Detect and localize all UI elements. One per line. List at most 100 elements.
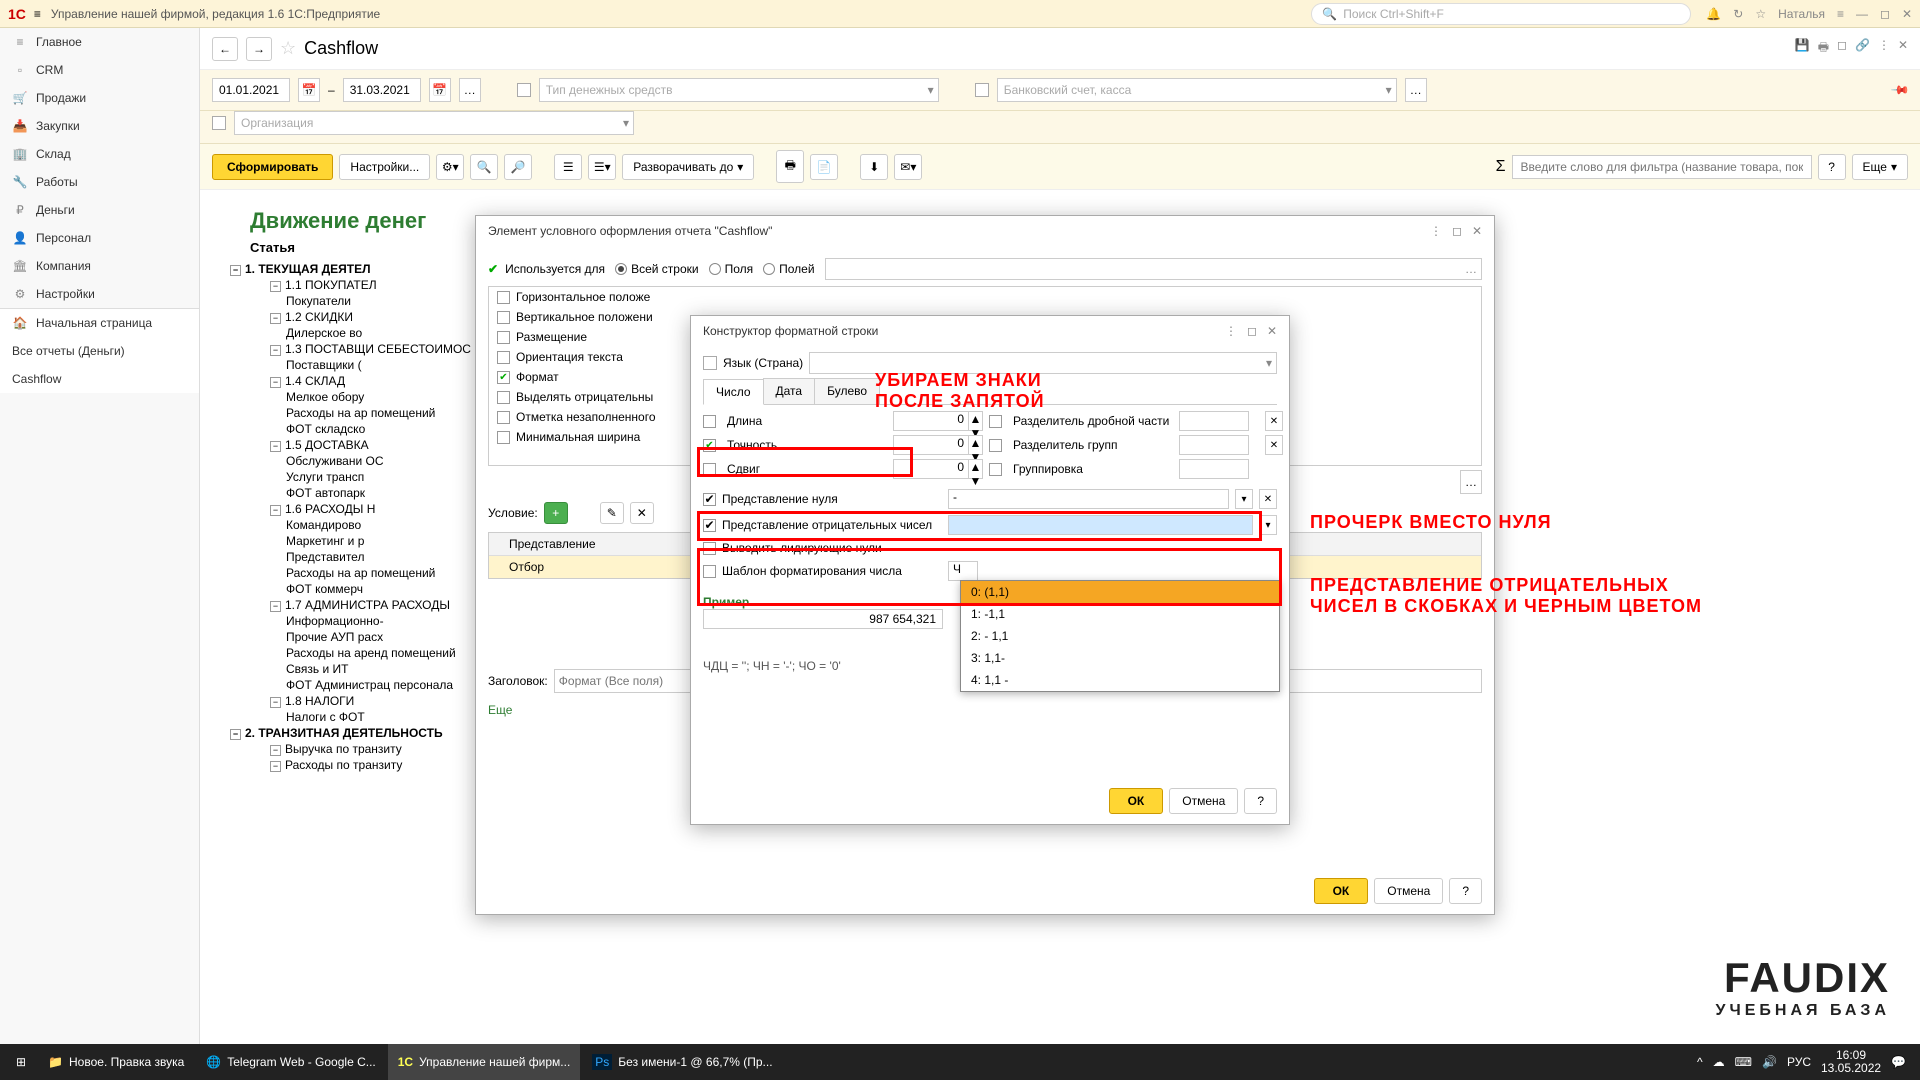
modal-maximize-icon[interactable]: ◻ — [1452, 224, 1462, 238]
preview-button[interactable]: 📄 — [810, 154, 838, 180]
close-tab-icon[interactable]: ✕ — [1898, 38, 1908, 59]
sidebar-sub-home[interactable]: 🏠Начальная страница — [0, 309, 199, 337]
tray-clock[interactable]: 16:09 13.05.2022 — [1821, 1049, 1881, 1075]
sidebar-item-sales[interactable]: 🛒Продажи — [0, 84, 199, 112]
sidebar-item-personnel[interactable]: 👤Персонал — [0, 224, 199, 252]
close-icon[interactable]: ✕ — [1902, 7, 1912, 21]
neg-repr-dd[interactable]: ▾ — [1259, 515, 1277, 535]
taskbar-item[interactable]: PsБез имени-1 @ 66,7% (Пр... — [582, 1044, 782, 1080]
frac-sep-check[interactable] — [989, 415, 1002, 428]
bank-more-button[interactable]: … — [1405, 78, 1427, 102]
tray-keyboard-icon[interactable]: ⌨ — [1735, 1055, 1752, 1069]
modal-menu-icon[interactable]: ⋮ — [1225, 324, 1237, 338]
sidebar-sub-reports[interactable]: Все отчеты (Деньги) — [0, 337, 199, 365]
sidebar-item-purchase[interactable]: 📥Закупки — [0, 112, 199, 140]
grouping-input[interactable] — [1179, 459, 1249, 479]
tab-number[interactable]: Число — [703, 379, 764, 405]
edit-condition-button[interactable]: ✎ — [600, 502, 624, 524]
group-sep-clear[interactable]: ✕ — [1265, 435, 1283, 455]
sidebar-item-crm[interactable]: ▫CRM — [0, 56, 199, 84]
template-check[interactable] — [703, 565, 716, 578]
org-combo[interactable]: Организация▾ — [234, 111, 634, 135]
sidebar-item-money[interactable]: ₽Деньги — [0, 196, 199, 224]
group-sep-check[interactable] — [989, 439, 1002, 452]
bank-check[interactable] — [975, 83, 989, 97]
template-input[interactable]: Ч — [948, 561, 978, 581]
period-button[interactable]: … — [459, 78, 481, 102]
modal-close-icon[interactable]: ✕ — [1267, 324, 1277, 338]
back-button[interactable]: ← — [212, 37, 238, 61]
dropdown-item[interactable]: 1: -1,1 — [961, 603, 1279, 625]
find-button[interactable]: 🔍 — [470, 154, 498, 180]
user-menu-icon[interactable]: ≡ — [1837, 7, 1844, 21]
dropdown-item[interactable]: 0: (1,1) — [961, 581, 1279, 603]
cash-type-combo[interactable]: Тип денежных средств▾ — [539, 78, 939, 102]
fields-n-radio[interactable]: Полей — [763, 262, 814, 276]
calendar-to-icon[interactable]: 📅 — [429, 78, 451, 102]
fields-radio[interactable]: Поля — [709, 262, 754, 276]
link-icon[interactable]: 🔗 — [1855, 38, 1870, 59]
print-icon[interactable]: 🖶 — [1818, 38, 1829, 59]
start-button[interactable]: ⊞ — [6, 1044, 36, 1080]
delete-condition-button[interactable]: ✕ — [630, 502, 654, 524]
modal-menu-icon[interactable]: ⋮ — [1430, 224, 1442, 238]
length-check[interactable] — [703, 415, 716, 428]
generate-button[interactable]: Сформировать — [212, 154, 333, 180]
taskbar-item[interactable]: 🌐Telegram Web - Google C... — [196, 1044, 385, 1080]
minimize-icon[interactable]: — — [1856, 7, 1868, 21]
cancel-button[interactable]: Отмена — [1169, 788, 1238, 814]
user-label[interactable]: Наталья — [1778, 7, 1825, 21]
leading-check[interactable] — [703, 542, 716, 555]
tray-lang[interactable]: РУС — [1787, 1055, 1811, 1069]
calendar-from-icon[interactable]: 📅 — [298, 78, 320, 102]
window-icon[interactable]: ◻ — [1837, 38, 1847, 59]
help-button[interactable]: ? — [1449, 878, 1482, 904]
tab-boolean[interactable]: Булево — [814, 378, 880, 404]
print-button[interactable]: 🖶 — [776, 150, 804, 183]
date-to-input[interactable] — [343, 78, 421, 102]
bank-combo[interactable]: Банковский счет, касса▾ — [997, 78, 1397, 102]
global-search[interactable]: 🔍 Поиск Ctrl+Shift+F — [1311, 3, 1691, 25]
zero-repr-check[interactable]: ✔ — [703, 493, 716, 506]
help-button[interactable]: ? — [1818, 154, 1846, 180]
sidebar-item-company[interactable]: 🏛Компания — [0, 252, 199, 280]
notification-icon[interactable]: 💬 — [1891, 1055, 1906, 1069]
zero-repr-input[interactable]: - — [948, 489, 1229, 509]
checklist-more-button[interactable]: … — [1460, 470, 1482, 494]
ok-button[interactable]: ОК — [1109, 788, 1164, 814]
dropdown-item[interactable]: 3: 1,1- — [961, 647, 1279, 669]
favorite-icon[interactable]: ☆ — [280, 38, 296, 59]
taskbar-item[interactable]: 1СУправление нашей фирм... — [388, 1044, 581, 1080]
history-icon[interactable]: ↻ — [1733, 7, 1743, 21]
group-sep-input[interactable] — [1179, 435, 1249, 455]
checklist-item[interactable]: Горизонтальное положе — [489, 287, 1481, 307]
more-button[interactable]: Еще ▾ — [1852, 154, 1908, 180]
modal-close-icon[interactable]: ✕ — [1472, 224, 1482, 238]
forward-button[interactable]: → — [246, 37, 272, 61]
variants-button[interactable]: ⚙▾ — [436, 154, 464, 180]
zero-repr-dd[interactable]: ▾ — [1235, 489, 1253, 509]
word-filter-input[interactable] — [1512, 155, 1812, 179]
shift-check[interactable] — [703, 463, 716, 476]
maximize-icon[interactable]: ◻ — [1880, 7, 1890, 21]
shift-input[interactable]: 0▲▼ — [893, 459, 983, 479]
expand-to-button[interactable]: Разворачивать до ▾ — [622, 154, 754, 180]
save-file-button[interactable]: ⬇ — [860, 154, 888, 180]
tray-cloud-icon[interactable]: ☁ — [1713, 1055, 1725, 1069]
ok-button[interactable]: ОК — [1314, 878, 1369, 904]
cancel-button[interactable]: Отмена — [1374, 878, 1443, 904]
org-check[interactable] — [212, 116, 226, 130]
cash-type-check[interactable] — [517, 83, 531, 97]
zero-repr-clear[interactable]: ✕ — [1259, 489, 1277, 509]
sidebar-item-settings[interactable]: ⚙Настройки — [0, 280, 199, 308]
star-icon[interactable]: ☆ — [1755, 7, 1766, 21]
add-condition-button[interactable]: + — [544, 502, 568, 524]
dropdown-item[interactable]: 4: 1,1 - — [961, 669, 1279, 691]
sidebar-item-works[interactable]: 🔧Работы — [0, 168, 199, 196]
help-button[interactable]: ? — [1244, 788, 1277, 814]
find-next-button[interactable]: 🔎 — [504, 154, 532, 180]
menu-icon[interactable]: ≡ — [34, 7, 41, 21]
sidebar-sub-cashflow[interactable]: Cashflow — [0, 365, 199, 393]
email-button[interactable]: ✉▾ — [894, 154, 922, 180]
sidebar-item-warehouse[interactable]: 🏢Склад — [0, 140, 199, 168]
